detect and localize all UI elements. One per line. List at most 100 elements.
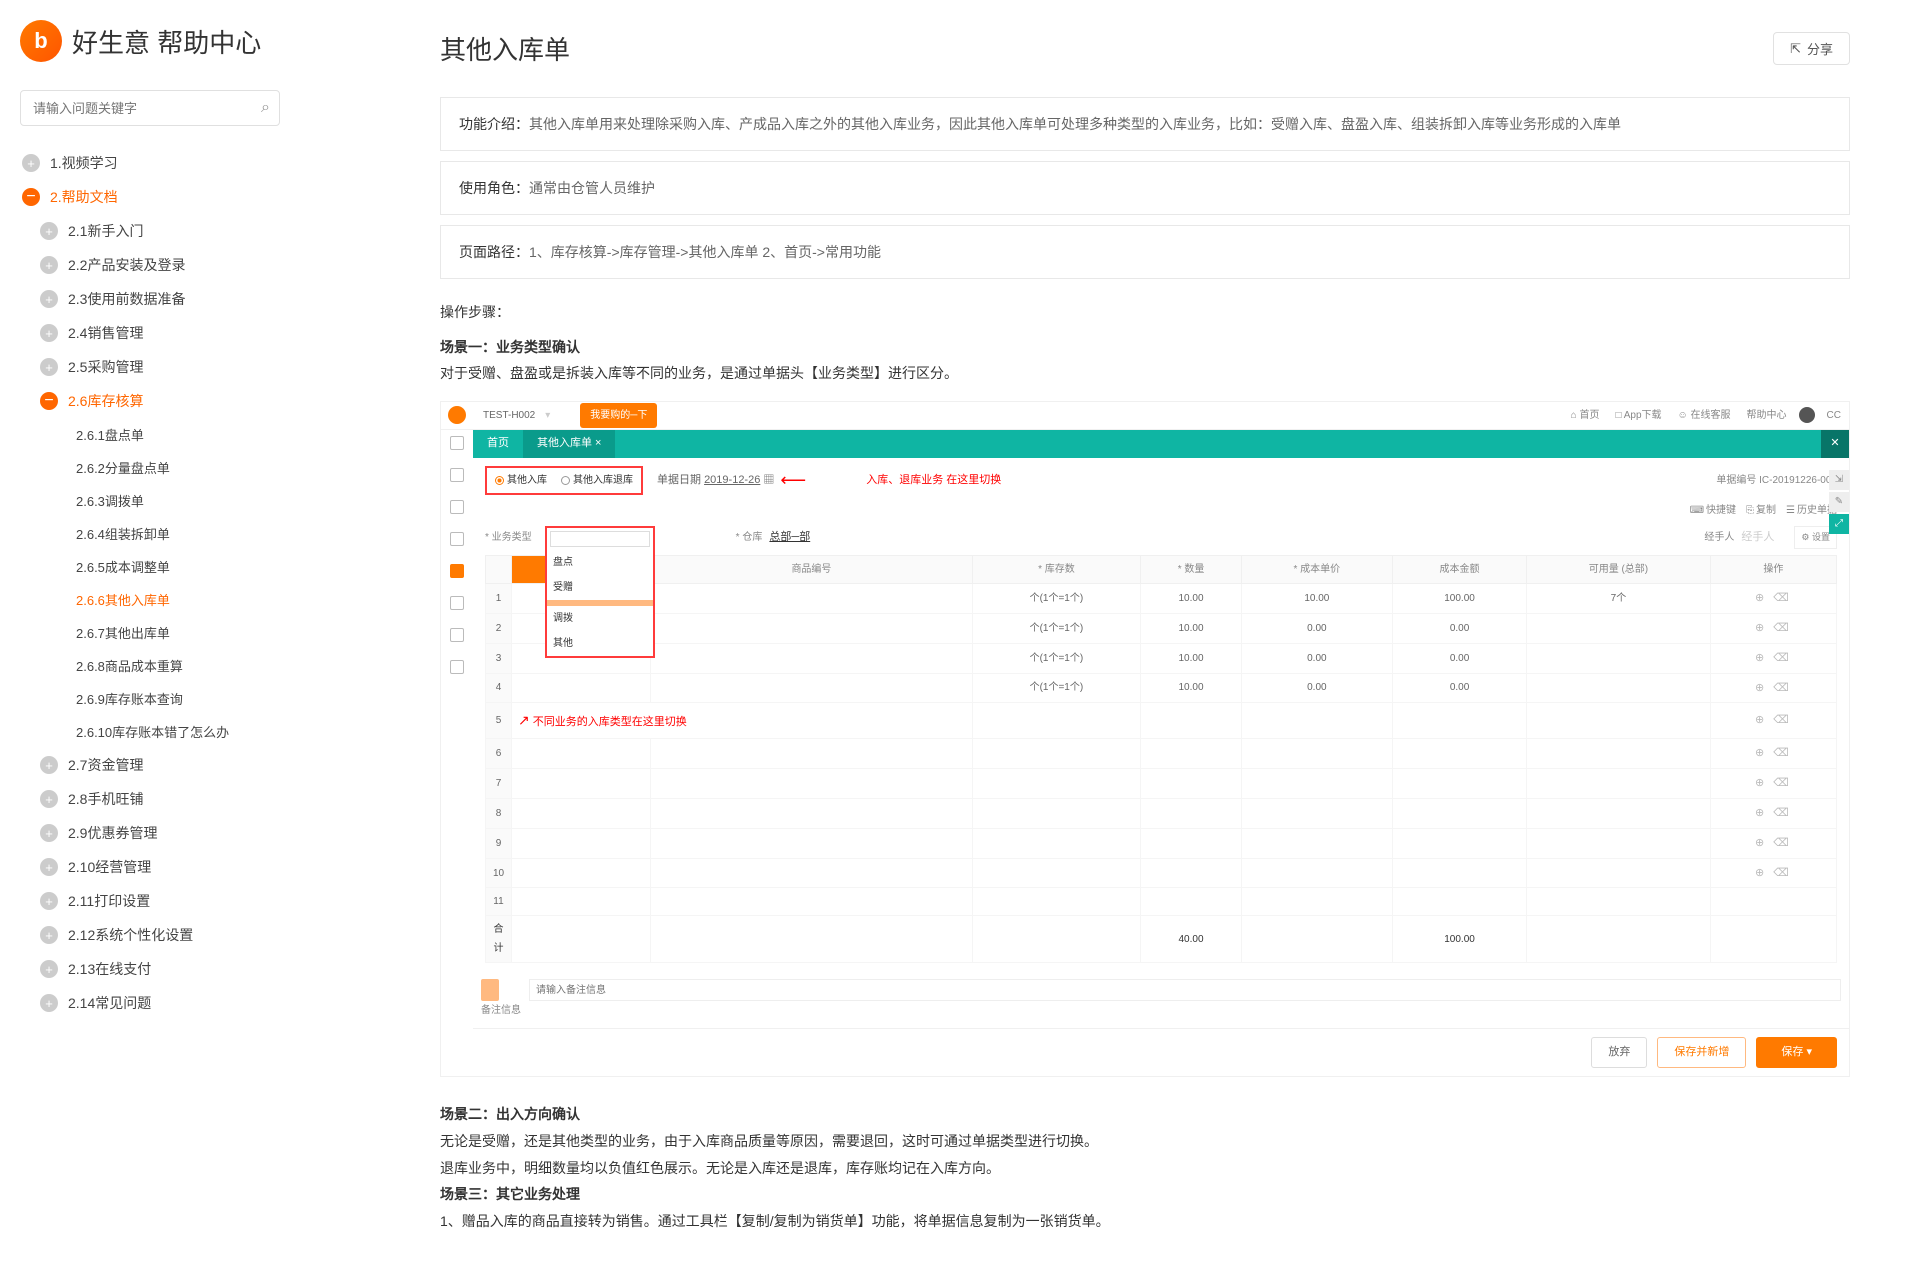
plus-icon: +	[40, 256, 58, 274]
search-input[interactable]	[20, 90, 280, 126]
nav-label: 1.视频学习	[50, 153, 118, 173]
share-button[interactable]: ⇱分享	[1773, 32, 1850, 65]
nav-2-8[interactable]: +2.8手机旺铺	[20, 782, 280, 816]
rb-icon: ⤢	[1829, 514, 1849, 534]
plus-icon: +	[40, 926, 58, 944]
shot-radio-in: 其他入库	[495, 471, 547, 490]
shot-logo-icon	[441, 406, 473, 424]
nav-2-6-6[interactable]: 2.6.6其他入库单	[20, 583, 280, 616]
search-box: ⌕	[20, 90, 280, 126]
info-path: 页面路径： 1、库存核算->库存管理->其他入库单 2、首页->常用功能	[440, 225, 1850, 279]
scene2-text1: 无论是受赠，还是其他类型的业务，由于入库商品质量等原因，需要退回，这时可通过单据…	[440, 1128, 1850, 1155]
dd-item: 受赠	[547, 575, 653, 600]
nav-label: 2.6.8商品成本重算	[76, 656, 183, 675]
nav-2-7[interactable]: +2.7资金管理	[20, 748, 280, 782]
nav-label: 2.4销售管理	[68, 323, 143, 343]
shot-nav-icon	[450, 468, 464, 482]
nav-2-6-2[interactable]: 2.6.2分量盘点单	[20, 451, 280, 484]
nav-2-3[interactable]: +2.3使用前数据准备	[20, 282, 280, 316]
scene1-text: 对于受赠、盘盈或是拆装入库等不同的业务，是通过单据头【业务类型】进行区分。	[440, 360, 1850, 387]
shot-sidenav	[441, 430, 473, 1077]
nav-2-14[interactable]: +2.14常见问题	[20, 986, 280, 1020]
minus-icon: −	[40, 392, 58, 410]
plus-icon: +	[40, 222, 58, 240]
shot-avatar-icon	[1799, 407, 1815, 423]
logo[interactable]: b 好生意 帮助中心	[20, 20, 280, 62]
plus-icon: +	[40, 858, 58, 876]
nav-label: 2.8手机旺铺	[68, 789, 143, 809]
th-qty: * 数量	[1141, 555, 1241, 583]
page-title: 其他入库单	[440, 30, 570, 67]
shot-help-link: 帮助中心	[1739, 406, 1795, 425]
screenshot-figure: TEST-H002 ▾ 我要购的─下 ⌂ 首页 □ App下载 ☺ 在线客服 帮…	[440, 401, 1850, 1078]
dd-item: 盘点	[547, 550, 653, 575]
shot-nav-icon	[450, 660, 464, 674]
shot-biztype-dropdown: 盘点 受赠 调拨 其他	[545, 526, 655, 658]
dd-item: 调拨	[547, 606, 653, 631]
nav-2-13[interactable]: +2.13在线支付	[20, 952, 280, 986]
nav-2-6-10[interactable]: 2.6.10库存账本错了怎么办	[20, 715, 280, 748]
nav-label: 2.6.5成本调整单	[76, 557, 170, 576]
logo-text: 好生意 帮助中心	[72, 23, 261, 60]
nav-label: 2.9优惠券管理	[68, 823, 157, 843]
shot-radio-return: 其他入库退库	[561, 471, 633, 490]
anno-text-1: 入库、退库业务 在这里切换	[866, 470, 1001, 491]
nav-2-4[interactable]: +2.4销售管理	[20, 316, 280, 350]
scene1-heading: 场景一：业务类型确认	[440, 339, 580, 355]
shot-radio-group: 其他入库 其他入库退库	[485, 466, 643, 495]
info-text: 1、库存核算->库存管理->其他入库单 2、首页->常用功能	[529, 242, 881, 262]
plus-icon: +	[40, 892, 58, 910]
nav-2-6-3[interactable]: 2.6.3调拨单	[20, 484, 280, 517]
nav-2-6-8[interactable]: 2.6.8商品成本重算	[20, 649, 280, 682]
nav-label: 2.帮助文档	[50, 187, 118, 207]
th-code: 商品编号	[651, 555, 972, 583]
dd-item: 其他	[547, 631, 653, 656]
info-text: 通常由仓管人员维护	[529, 178, 655, 198]
nav-2-6-9[interactable]: 2.6.9库存账本查询	[20, 682, 280, 715]
shot-home-link: ⌂ 首页	[1563, 406, 1608, 425]
nav-2-9[interactable]: +2.9优惠券管理	[20, 816, 280, 850]
plus-icon: +	[40, 824, 58, 842]
nav-help-docs[interactable]: −2.帮助文档	[20, 180, 280, 214]
remark-icon	[481, 979, 499, 1001]
th-amount: 成本金额	[1392, 555, 1526, 583]
scene3-text1: 1、赠品入库的商品直接转为销售。通过工具栏【复制/复制为销货单】功能，将单据信息…	[440, 1208, 1850, 1235]
nav-2-6-7[interactable]: 2.6.7其他出库单	[20, 616, 280, 649]
nav-2-2[interactable]: +2.2产品安装及登录	[20, 248, 280, 282]
nav-2-12[interactable]: +2.12系统个性化设置	[20, 918, 280, 952]
nav-2-6-1[interactable]: 2.6.1盘点单	[20, 418, 280, 451]
plus-icon: +	[40, 290, 58, 308]
nav-2-6-4[interactable]: 2.6.4组装拆卸单	[20, 517, 280, 550]
shot-discard-button: 放弃	[1591, 1037, 1647, 1068]
nav-2-5[interactable]: +2.5采购管理	[20, 350, 280, 384]
nav-2-6[interactable]: −2.6库存核算	[20, 384, 280, 418]
nav-2-10[interactable]: +2.10经营管理	[20, 850, 280, 884]
nav-2-6-5[interactable]: 2.6.5成本调整单	[20, 550, 280, 583]
shot-remark-row: 备注信息	[473, 971, 1849, 1028]
shot-tab-current: 其他入库单 ×	[523, 430, 615, 458]
nav-label: 2.6.6其他入库单	[76, 590, 170, 609]
info-role: 使用角色： 通常由仓管人员维护	[440, 161, 1850, 215]
shot-app-link: □ App下载	[1607, 406, 1669, 425]
total-amount: 100.00	[1392, 916, 1526, 963]
rb-icon: ✎	[1829, 492, 1849, 512]
nav-label: 2.7资金管理	[68, 755, 143, 775]
sidebar: b 好生意 帮助中心 ⌕ +1.视频学习 −2.帮助文档 +2.1新手入门 +2…	[0, 0, 300, 1274]
th-op: 操作	[1710, 555, 1836, 583]
th-row	[486, 555, 512, 583]
nav-2-11[interactable]: +2.11打印设置	[20, 884, 280, 918]
shot-buy-button: 我要购的─下	[580, 403, 657, 428]
shot-tab-home: 首页	[473, 430, 523, 458]
nav-video-learning[interactable]: +1.视频学习	[20, 146, 280, 180]
shot-nav-icon	[450, 500, 464, 514]
th-stock: * 库存数	[972, 555, 1141, 583]
shot-nav-icon	[450, 628, 464, 642]
nav-2-1[interactable]: +2.1新手入门	[20, 214, 280, 248]
shot-nav-icon	[450, 564, 464, 578]
shot-doc-number: 单据编号 IC-20191226-001	[1716, 471, 1837, 490]
total-qty: 40.00	[1141, 916, 1241, 963]
rb-icon: ⇲	[1829, 470, 1849, 490]
scene2-text2: 退库业务中，明细数量均以负值红色展示。无论是入库还是退库，库存账均记在入库方向。	[440, 1155, 1850, 1182]
shot-account: TEST-H002	[473, 406, 545, 425]
share-icon: ⇱	[1790, 41, 1801, 57]
